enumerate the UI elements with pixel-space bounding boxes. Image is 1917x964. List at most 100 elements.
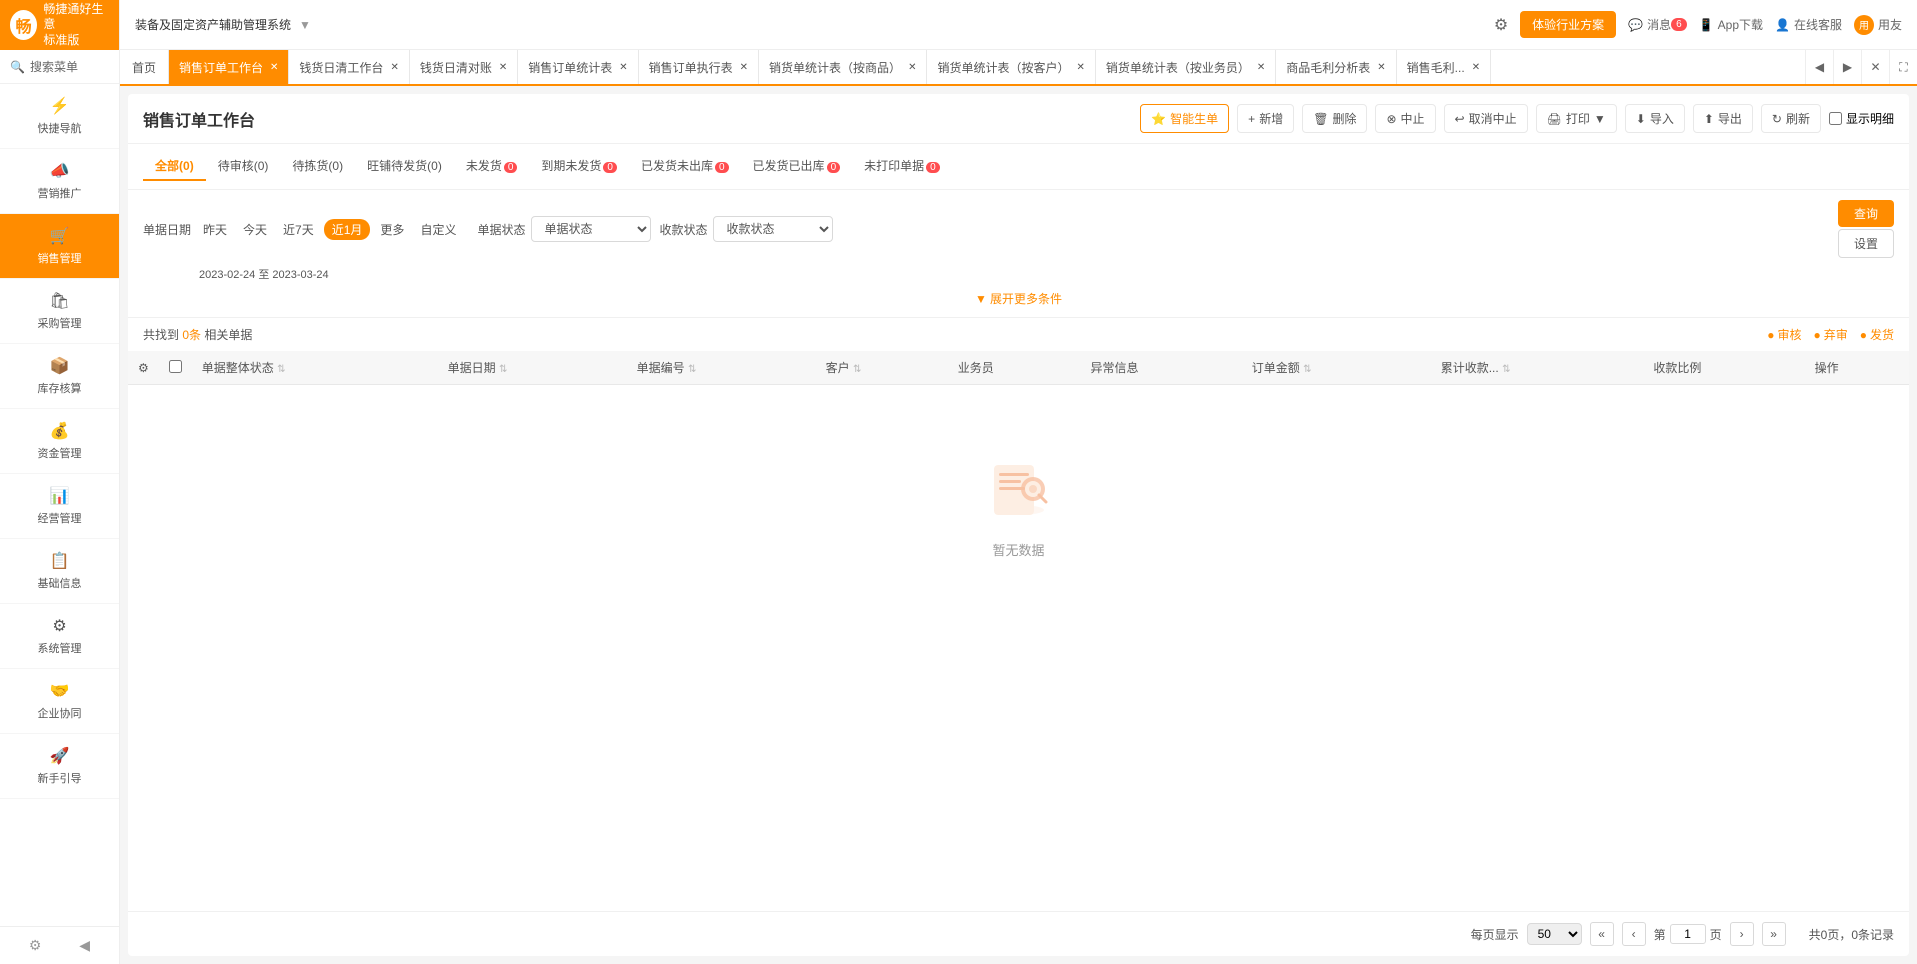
filter-tab-pending-pickup[interactable]: 待拣货(0): [280, 152, 355, 181]
col-amount[interactable]: 订单金额 ⇅: [1242, 351, 1431, 385]
tab-sales-stat[interactable]: 销售订单统计表 ✕: [518, 50, 638, 85]
tab-close-more[interactable]: ✕: [1472, 62, 1480, 73]
tab-sales-more[interactable]: 销售毛利... ✕: [1397, 50, 1491, 85]
tab-cash-daily[interactable]: 钱货日清工作台 ✕: [289, 50, 409, 85]
batch-review-btn[interactable]: ● 审核: [1767, 326, 1801, 343]
tab-close-sales-workbench[interactable]: ✕: [270, 62, 278, 73]
tab-sales-summary-product[interactable]: 销货单统计表（按商品） ✕: [759, 50, 927, 85]
tab-scroll-right[interactable]: ▶: [1833, 50, 1861, 85]
tab-cash-reconcile[interactable]: 钱货日清对账 ✕: [410, 50, 518, 85]
message-btn[interactable]: 💬 消息 6: [1628, 16, 1687, 33]
page-input[interactable]: [1670, 924, 1706, 944]
batch-ship-btn[interactable]: ● 发货: [1860, 326, 1894, 343]
app-download-btn[interactable]: 📱 App下载: [1699, 16, 1763, 33]
tab-sales-summary-staff[interactable]: 销货单统计表（按业务员） ✕: [1096, 50, 1276, 85]
tab-close-staff[interactable]: ✕: [1257, 62, 1265, 73]
sidebar-item-guide[interactable]: 🚀 新手引导: [0, 734, 119, 799]
date-option-custom[interactable]: 自定义: [414, 219, 462, 240]
refresh-btn[interactable]: ↻ 刷新: [1761, 104, 1821, 133]
first-page-btn[interactable]: «: [1590, 922, 1614, 946]
settings-icon[interactable]: ⚙: [29, 937, 42, 954]
query-btn[interactable]: 查询: [1838, 200, 1894, 227]
col-date[interactable]: 单据日期 ⇅: [438, 351, 627, 385]
delete-btn[interactable]: 🗑 删除: [1302, 104, 1367, 133]
filter-tab-overdue[interactable]: 到期未发货0: [529, 152, 629, 181]
search-row-right: 单据状态 单据状态 收款状态 收款状态 查询: [477, 200, 1894, 258]
tab-close-sales-stat[interactable]: ✕: [619, 62, 627, 73]
show-detail-checkbox[interactable]: [1829, 112, 1842, 125]
sidebar-item-basic[interactable]: 📋 基础信息: [0, 539, 119, 604]
sidebar-item-marketing[interactable]: 📣 营销推广: [0, 149, 119, 214]
user-btn[interactable]: 用 用友: [1854, 15, 1902, 35]
tab-sales-exec[interactable]: 销售订单执行表 ✕: [639, 50, 759, 85]
date-option-yesterday[interactable]: 昨天: [197, 219, 233, 240]
tab-close-customer[interactable]: ✕: [1076, 62, 1084, 73]
industry-btn[interactable]: 体验行业方案: [1520, 11, 1616, 38]
tab-scroll-left[interactable]: ◀: [1805, 50, 1833, 85]
tab-close-cash-daily[interactable]: ✕: [390, 62, 398, 73]
col-settings[interactable]: ⚙: [128, 351, 159, 385]
filter-tab-pending-review[interactable]: 待审核(0): [206, 152, 281, 181]
next-page-btn[interactable]: ›: [1730, 922, 1754, 946]
prev-page-btn[interactable]: ‹: [1622, 922, 1646, 946]
date-option-7days[interactable]: 近7天: [277, 219, 320, 240]
payment-select[interactable]: 收款状态: [713, 216, 833, 242]
tab-close-all[interactable]: ✕: [1861, 50, 1889, 85]
sidebar-search[interactable]: 🔍 搜索菜单: [0, 50, 119, 84]
stop-btn[interactable]: ⊗ 中止: [1375, 104, 1435, 133]
batch-unreviewed-btn[interactable]: ● 弃审: [1813, 326, 1847, 343]
filter-tab-wangpu-ship[interactable]: 旺铺待发货(0): [355, 152, 454, 181]
filter-tab-shipped-not-out[interactable]: 已发货未出库0: [629, 152, 741, 181]
sidebar-item-sales[interactable]: 🛒 销售管理: [0, 214, 119, 279]
cancel-stop-icon: ↩: [1455, 112, 1465, 126]
tab-gross-profit[interactable]: 商品毛利分析表 ✕: [1276, 50, 1396, 85]
last-page-btn[interactable]: »: [1762, 922, 1786, 946]
tab-close-sales-exec[interactable]: ✕: [740, 62, 748, 73]
per-page-select[interactable]: 10 20 50 100: [1527, 923, 1582, 945]
setting-btn[interactable]: 设置: [1838, 229, 1894, 258]
sidebar-item-quick-nav[interactable]: ⚡ 快捷导航: [0, 84, 119, 149]
show-detail-toggle[interactable]: 显示明细: [1829, 110, 1894, 127]
print-btn[interactable]: 🖨 打印 ▼: [1536, 104, 1617, 133]
online-service-btn[interactable]: 👤 在线客服: [1775, 16, 1842, 33]
filter-tab-not-printed[interactable]: 未打印单据0: [852, 152, 952, 181]
sidebar-item-system[interactable]: ⚙ 系统管理: [0, 604, 119, 669]
sort-icon-status: ⇅: [277, 364, 285, 375]
collapse-icon[interactable]: ◀: [79, 937, 90, 954]
select-all-checkbox[interactable]: [169, 360, 182, 373]
chevron-down-icon[interactable]: ▼: [299, 18, 311, 32]
col-received[interactable]: 累计收款... ⇅: [1431, 351, 1644, 385]
expand-btn[interactable]: ▼ 展开更多条件: [975, 290, 1062, 307]
smart-generate-btn[interactable]: ⭐ 智能生单: [1140, 104, 1229, 133]
cancel-stop-btn[interactable]: ↩ 取消中止: [1444, 104, 1528, 133]
settings-icon[interactable]: ⚙: [1494, 15, 1508, 35]
sidebar-item-purchase[interactable]: 🛍 采购管理: [0, 279, 119, 344]
tab-home[interactable]: 首页: [120, 50, 169, 85]
col-number[interactable]: 单据编号 ⇅: [627, 351, 816, 385]
not-shipped-badge: 0: [504, 162, 518, 173]
date-option-1month[interactable]: 近1月: [324, 219, 371, 240]
filter-tab-not-shipped[interactable]: 未发货0: [454, 152, 530, 181]
filter-tab-shipped-out[interactable]: 已发货已出库0: [741, 152, 853, 181]
tab-close-product[interactable]: ✕: [908, 62, 916, 73]
col-status[interactable]: 单据整体状态 ⇅: [192, 351, 438, 385]
sidebar-item-enterprise[interactable]: 🤝 企业协同: [0, 669, 119, 734]
tab-close-gross[interactable]: ✕: [1377, 62, 1385, 73]
tab-sales-summary-customer[interactable]: 销货单统计表（按客户） ✕: [927, 50, 1095, 85]
tab-sales-workbench[interactable]: 销售订单工作台 ✕: [169, 50, 289, 85]
tab-close-cash-reconcile[interactable]: ✕: [499, 62, 507, 73]
col-customer[interactable]: 客户 ⇅: [816, 351, 948, 385]
import-btn[interactable]: ⬇ 导入: [1625, 104, 1685, 133]
export-btn[interactable]: ⬆ 导出: [1693, 104, 1753, 133]
date-options-group: 昨天 今天 近7天 近1月 更多 自定义: [197, 219, 462, 240]
date-option-more[interactable]: 更多: [374, 219, 410, 240]
tab-fullscreen[interactable]: ⛶: [1889, 50, 1917, 85]
add-btn[interactable]: + 新增: [1237, 104, 1294, 133]
sidebar-item-inventory[interactable]: 📦 库存核算: [0, 344, 119, 409]
sidebar-item-operation[interactable]: 📊 经营管理: [0, 474, 119, 539]
status-select[interactable]: 单据状态: [531, 216, 651, 242]
filter-tab-all[interactable]: 全部(0): [143, 152, 206, 181]
user-avatar: 用: [1854, 15, 1874, 35]
date-option-today[interactable]: 今天: [237, 219, 273, 240]
sidebar-item-finance[interactable]: 💰 资金管理: [0, 409, 119, 474]
